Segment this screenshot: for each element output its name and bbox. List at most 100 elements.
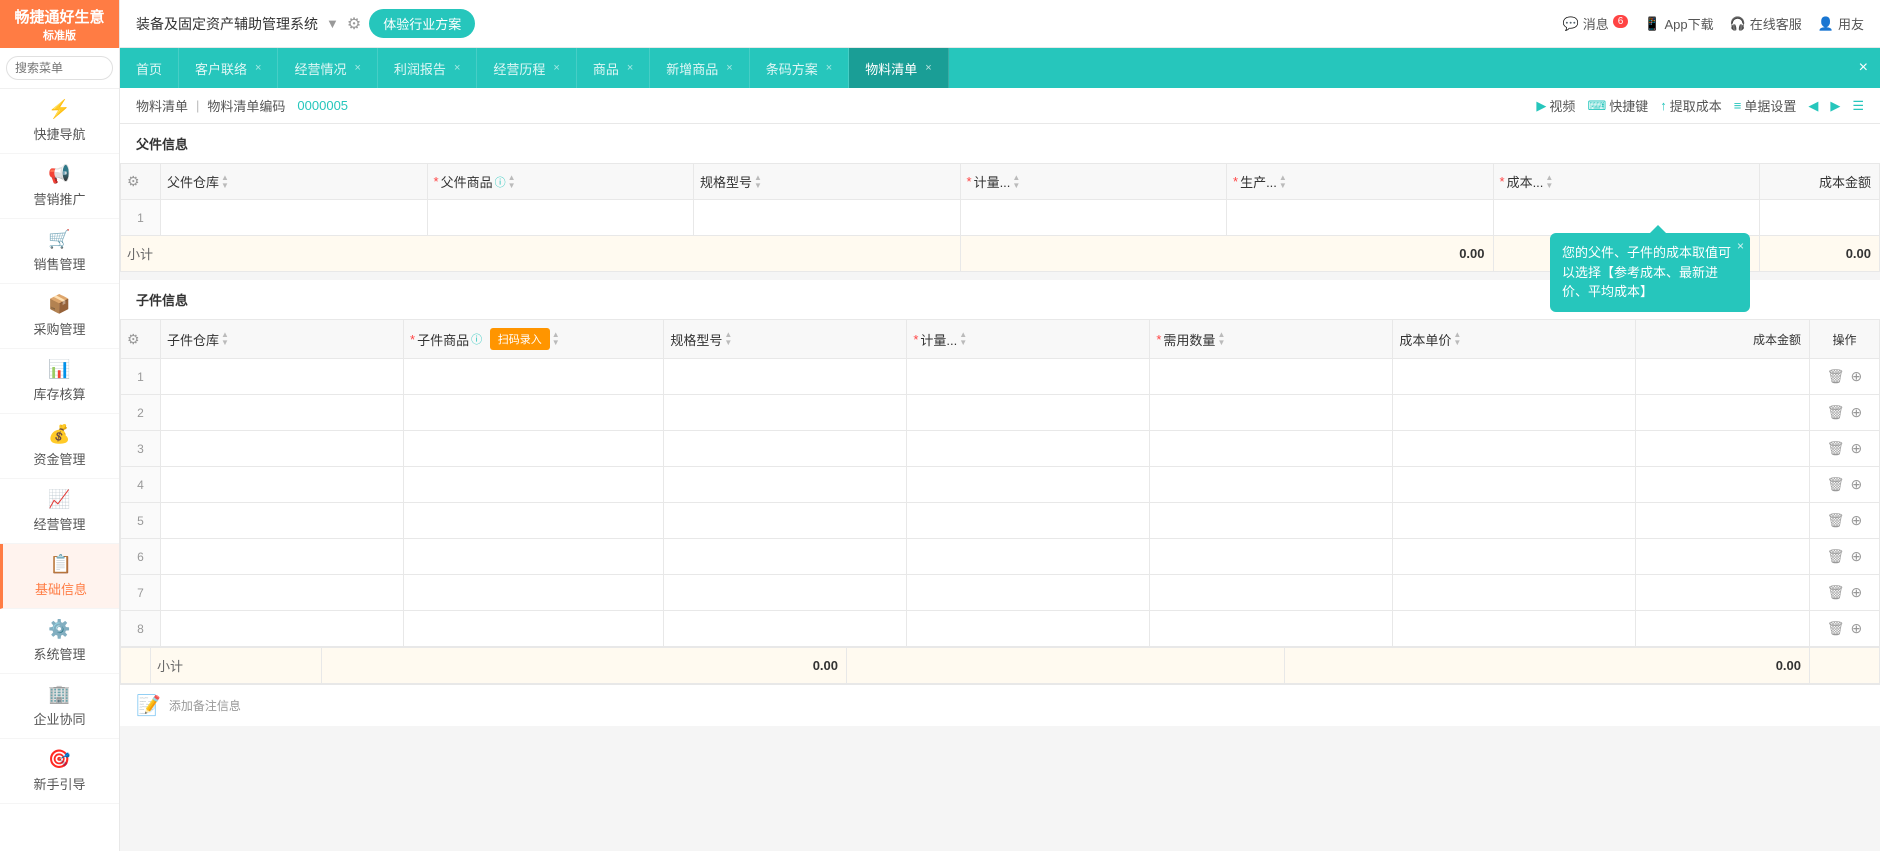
child-unit-cell-2[interactable] bbox=[907, 395, 1150, 431]
parent-warehouse-input[interactable] bbox=[161, 200, 427, 235]
child-unit-input-1[interactable] bbox=[907, 359, 1149, 394]
tab-home[interactable]: 首页 bbox=[120, 48, 179, 88]
close-all-tabs[interactable]: × bbox=[1847, 59, 1880, 77]
action-single-setting[interactable]: ≡ 单据设置 bbox=[1734, 96, 1797, 115]
tab-close-business[interactable]: × bbox=[354, 62, 360, 74]
child-warehouse-input-1[interactable] bbox=[161, 359, 403, 394]
sidebar-item-operations[interactable]: 📈 经营管理 bbox=[0, 479, 119, 544]
parent-goods-input[interactable] bbox=[428, 200, 694, 235]
sidebar-item-finance[interactable]: 💰 资金管理 bbox=[0, 414, 119, 479]
child-qty-input-1[interactable] bbox=[1150, 359, 1392, 394]
copy-row-icon-8[interactable]: ⊕ bbox=[1851, 620, 1863, 637]
delete-row-icon-5[interactable]: 🗑 bbox=[1827, 512, 1845, 529]
sidebar-item-sales[interactable]: 🛒 销售管理 bbox=[0, 219, 119, 284]
child-warehouse-cell-7[interactable] bbox=[161, 575, 404, 611]
child-qty-input-8[interactable] bbox=[1150, 611, 1392, 646]
delete-row-icon-7[interactable]: 🗑 bbox=[1827, 584, 1845, 601]
tab-close-bom[interactable]: × bbox=[925, 62, 931, 74]
child-spec-cell-8[interactable] bbox=[664, 611, 907, 647]
parent-unit-input[interactable] bbox=[961, 200, 1227, 235]
sidebar-item-enterprise[interactable]: 🏢 企业协同 bbox=[0, 674, 119, 739]
child-warehouse-cell-3[interactable] bbox=[161, 431, 404, 467]
child-spec-cell-7[interactable] bbox=[664, 575, 907, 611]
tab-close-new-goods[interactable]: × bbox=[726, 62, 732, 74]
parent-warehouse-cell[interactable] bbox=[161, 200, 428, 236]
child-qty-cell-5[interactable] bbox=[1150, 503, 1393, 539]
child-unit-input-7[interactable] bbox=[907, 575, 1149, 610]
child-cost-price-input-1[interactable] bbox=[1393, 359, 1635, 394]
child-unit-input-3[interactable] bbox=[907, 431, 1149, 466]
app-download-link[interactable]: 📱 App下载 bbox=[1644, 14, 1713, 33]
child-cost-price-input-3[interactable] bbox=[1393, 431, 1635, 466]
child-goods-cell-8[interactable] bbox=[404, 611, 664, 647]
child-spec-input-7[interactable] bbox=[664, 575, 906, 610]
add-note-text[interactable]: 添加备注信息 bbox=[169, 697, 241, 714]
child-qty-cell-7[interactable] bbox=[1150, 575, 1393, 611]
tab-close-history[interactable]: × bbox=[553, 62, 559, 74]
child-goods-cell-5[interactable] bbox=[404, 503, 664, 539]
child-goods-input-2[interactable] bbox=[404, 395, 663, 430]
child-warehouse-cell-6[interactable] bbox=[161, 539, 404, 575]
tab-history[interactable]: 经营历程 × bbox=[477, 48, 576, 88]
child-goods-input-5[interactable] bbox=[404, 503, 663, 538]
child-warehouse-cell-8[interactable] bbox=[161, 611, 404, 647]
child-qty-input-6[interactable] bbox=[1150, 539, 1392, 574]
child-spec-cell-5[interactable] bbox=[664, 503, 907, 539]
child-unit-cell-3[interactable] bbox=[907, 431, 1150, 467]
child-cost-price-cell-5[interactable] bbox=[1393, 503, 1636, 539]
child-spec-input-6[interactable] bbox=[664, 539, 906, 574]
child-spec-cell-1[interactable] bbox=[664, 359, 907, 395]
child-goods-input-6[interactable] bbox=[404, 539, 663, 574]
child-spec-cell-6[interactable] bbox=[664, 539, 907, 575]
child-qty-input-4[interactable] bbox=[1150, 467, 1392, 502]
copy-row-icon-6[interactable]: ⊕ bbox=[1851, 548, 1863, 565]
sidebar-item-inventory[interactable]: 📊 库存核算 bbox=[0, 349, 119, 414]
child-qty-cell-8[interactable] bbox=[1150, 611, 1393, 647]
delete-row-icon-8[interactable]: 🗑 bbox=[1827, 620, 1845, 637]
copy-row-icon-7[interactable]: ⊕ bbox=[1851, 584, 1863, 601]
child-qty-cell-1[interactable] bbox=[1150, 359, 1393, 395]
parent-goods-cell[interactable] bbox=[427, 200, 694, 236]
child-settings-icon[interactable]: ⚙ bbox=[127, 331, 140, 347]
child-unit-cell-5[interactable] bbox=[907, 503, 1150, 539]
child-warehouse-cell-5[interactable] bbox=[161, 503, 404, 539]
nav-list[interactable]: ☰ bbox=[1852, 98, 1864, 114]
child-goods-cell-4[interactable] bbox=[404, 467, 664, 503]
child-spec-input-3[interactable] bbox=[664, 431, 906, 466]
copy-row-icon-4[interactable]: ⊕ bbox=[1851, 476, 1863, 493]
child-goods-input-1[interactable] bbox=[404, 359, 663, 394]
child-qty-cell-4[interactable] bbox=[1150, 467, 1393, 503]
parent-produce-input[interactable] bbox=[1227, 200, 1493, 235]
child-spec-cell-2[interactable] bbox=[664, 395, 907, 431]
child-qty-input-5[interactable] bbox=[1150, 503, 1392, 538]
tab-business[interactable]: 经营情况 × bbox=[278, 48, 377, 88]
parent-cost-input[interactable] bbox=[1494, 200, 1760, 235]
message-icon[interactable]: 💬 消息 6 bbox=[1563, 14, 1629, 33]
sidebar-item-purchase[interactable]: 📦 采购管理 bbox=[0, 284, 119, 349]
child-qty-cell-6[interactable] bbox=[1150, 539, 1393, 575]
parent-settings-icon[interactable]: ⚙ bbox=[127, 173, 140, 189]
child-warehouse-input-6[interactable] bbox=[161, 539, 403, 574]
child-qty-cell-3[interactable] bbox=[1150, 431, 1393, 467]
child-spec-cell-3[interactable] bbox=[664, 431, 907, 467]
parent-spec-cell[interactable] bbox=[694, 200, 961, 236]
action-extract-cost[interactable]: ↑ 提取成本 bbox=[1660, 96, 1722, 115]
tab-barcode[interactable]: 条码方案 × bbox=[750, 48, 849, 88]
tab-new-goods[interactable]: 新增商品 × bbox=[650, 48, 749, 88]
tooltip-close[interactable]: × bbox=[1737, 237, 1744, 255]
child-unit-input-2[interactable] bbox=[907, 395, 1149, 430]
nav-next[interactable]: ▶ bbox=[1830, 98, 1840, 114]
child-unit-cell-6[interactable] bbox=[907, 539, 1150, 575]
sidebar-item-marketing[interactable]: 📢 营销推广 bbox=[0, 154, 119, 219]
child-goods-cell-7[interactable] bbox=[404, 575, 664, 611]
child-spec-input-8[interactable] bbox=[664, 611, 906, 646]
child-warehouse-cell-4[interactable] bbox=[161, 467, 404, 503]
child-goods-input-7[interactable] bbox=[404, 575, 663, 610]
child-goods-input-4[interactable] bbox=[404, 467, 663, 502]
child-cost-price-cell-3[interactable] bbox=[1393, 431, 1636, 467]
child-goods-cell-6[interactable] bbox=[404, 539, 664, 575]
child-spec-input-2[interactable] bbox=[664, 395, 906, 430]
child-spec-cell-4[interactable] bbox=[664, 467, 907, 503]
child-warehouse-input-2[interactable] bbox=[161, 395, 403, 430]
copy-row-icon-3[interactable]: ⊕ bbox=[1851, 440, 1863, 457]
